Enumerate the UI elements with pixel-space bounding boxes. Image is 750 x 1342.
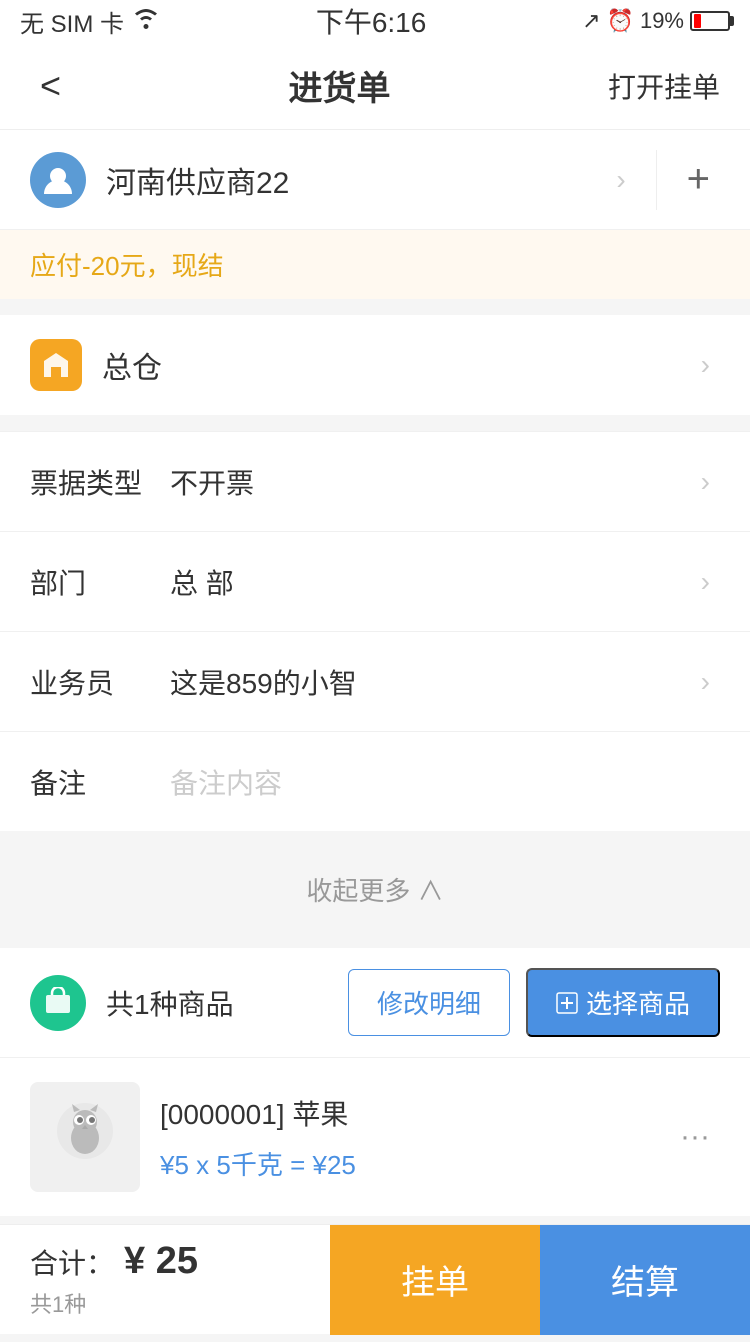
checkout-button[interactable]: 结算 xyxy=(540,1225,750,1335)
products-icon xyxy=(30,975,86,1031)
status-bar: 无 SIM 卡 下午6:16 ↗ ⏰ 19% xyxy=(0,0,750,42)
total-amount: ¥ 25 xyxy=(124,1240,198,1283)
warehouse-row[interactable]: 总仓 › xyxy=(0,315,750,415)
department-value: 总 部 xyxy=(170,562,701,602)
products-count: 共1种商品 xyxy=(106,983,348,1023)
warehouse-name: 总仓 xyxy=(102,343,701,387)
supplier-row[interactable]: 河南供应商22 › + xyxy=(0,130,750,230)
edit-detail-button[interactable]: 修改明细 xyxy=(348,969,510,1036)
remark-row[interactable]: 备注 备注内容 xyxy=(0,731,750,831)
status-left: 无 SIM 卡 xyxy=(20,4,160,39)
warehouse-chevron-icon: › xyxy=(701,349,710,381)
form-section: 票据类型 不开票 › 部门 总 部 › 业务员 这是859的小智 › 备注 备注… xyxy=(0,431,750,831)
salesman-label: 业务员 xyxy=(30,662,170,702)
products-section: 共1种商品 修改明细 选择商品 xyxy=(0,948,750,1216)
alarm-icon: ⏰ xyxy=(607,8,634,34)
battery-icon xyxy=(690,11,730,31)
total-count: 共1种 xyxy=(30,1287,300,1319)
remark-input[interactable]: 备注内容 xyxy=(170,762,720,802)
product-thumbnail xyxy=(30,1082,140,1192)
supplier-section: 河南供应商22 › + 应付-20元，现结 xyxy=(0,130,750,299)
supplier-divider xyxy=(656,150,657,210)
hang-button[interactable]: 挂单 xyxy=(330,1225,540,1335)
invoice-row[interactable]: 票据类型 不开票 › xyxy=(0,431,750,531)
page-title: 进货单 xyxy=(289,61,391,110)
add-supplier-button[interactable]: + xyxy=(677,147,720,212)
department-row[interactable]: 部门 总 部 › xyxy=(0,531,750,631)
products-header: 共1种商品 修改明细 选择商品 xyxy=(0,948,750,1057)
total-label: 合计： ¥ 25 xyxy=(30,1240,300,1283)
salesman-row[interactable]: 业务员 这是859的小智 › xyxy=(0,631,750,731)
invoice-label: 票据类型 xyxy=(30,462,170,502)
supplier-chevron-icon: › xyxy=(616,164,625,196)
warehouse-section: 总仓 › xyxy=(0,315,750,415)
nav-bar: < 进货单 打开挂单 xyxy=(0,42,750,130)
total-label-text: 合计： xyxy=(30,1242,114,1282)
back-button[interactable]: < xyxy=(30,55,71,117)
total-section: 合计： ¥ 25 共1种 xyxy=(0,1240,330,1319)
open-hang-button[interactable]: 打开挂单 xyxy=(608,66,720,106)
invoice-chevron-icon: › xyxy=(701,466,710,498)
supplier-avatar xyxy=(30,152,86,208)
select-product-button[interactable]: 选择商品 xyxy=(526,968,720,1037)
remark-label: 备注 xyxy=(30,762,170,802)
warehouse-icon xyxy=(30,339,82,391)
status-right: ↗ ⏰ 19% xyxy=(582,8,730,34)
product-price: ¥5 x 5千克 = ¥25 xyxy=(160,1145,670,1182)
location-icon: ↗ xyxy=(582,8,600,34)
wifi-icon xyxy=(132,7,160,36)
bottom-bar: 合计： ¥ 25 共1种 挂单 结算 xyxy=(0,1224,750,1334)
product-item: [0000001] 苹果 ¥5 x 5千克 = ¥25 ··· xyxy=(0,1057,750,1216)
product-owl-icon xyxy=(50,1096,120,1178)
supplier-name: 河南供应商22 xyxy=(106,158,616,202)
product-more-button[interactable]: ··· xyxy=(670,1110,720,1164)
department-chevron-icon: › xyxy=(701,566,710,598)
collapse-button[interactable]: 收起更多 ∧ xyxy=(0,847,750,932)
spacer1 xyxy=(0,932,750,948)
salesman-chevron-icon: › xyxy=(701,666,710,698)
department-label: 部门 xyxy=(30,562,170,602)
collapse-label: 收起更多 ∧ xyxy=(306,871,443,908)
product-name: [0000001] 苹果 xyxy=(160,1093,670,1133)
status-time: 下午6:16 xyxy=(316,1,427,41)
carrier-text: 无 SIM 卡 xyxy=(20,4,124,39)
battery-percentage: 19% xyxy=(640,8,684,34)
invoice-value: 不开票 xyxy=(170,462,701,502)
select-product-label: 选择商品 xyxy=(586,984,690,1021)
payment-hint: 应付-20元，现结 xyxy=(0,230,750,299)
product-info: [0000001] 苹果 ¥5 x 5千克 = ¥25 xyxy=(160,1093,670,1182)
salesman-value: 这是859的小智 xyxy=(170,662,701,702)
